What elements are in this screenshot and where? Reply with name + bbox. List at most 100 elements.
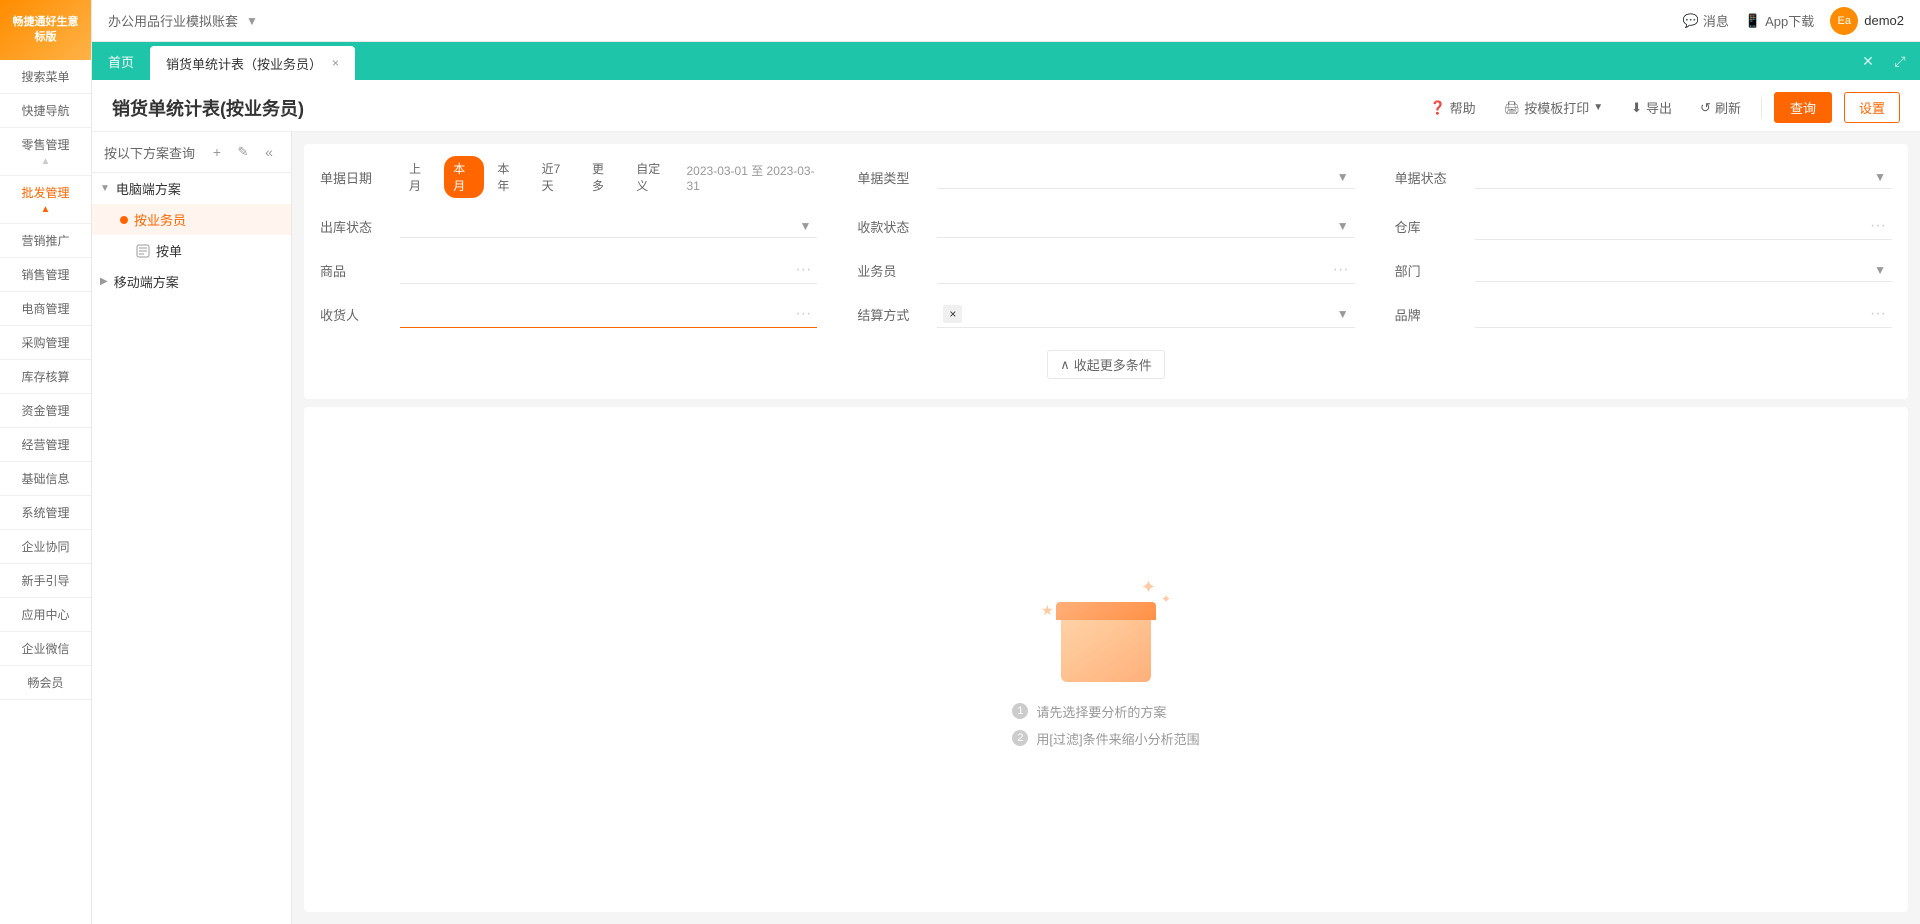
page-actions: ❓ 帮助 🖨 按模板打印 ▼ ⬇ 导出 ↺ 刷新 查询 设置	[1421, 92, 1900, 123]
doctype-dropdown-icon: ▼	[1337, 170, 1349, 184]
tree-group-pc: ▼ 电脑端方案	[92, 173, 291, 204]
empty-tip-2: 2 用[过滤]条件来缩小分析范围	[1012, 729, 1199, 748]
filter-warehouse-input[interactable]: ···	[1475, 213, 1892, 240]
avatar-initials: Ea	[1838, 15, 1851, 27]
ecommerce-label: 电商管理	[4, 300, 87, 317]
add-scheme-btn[interactable]: +	[207, 142, 227, 162]
tabs-bar: 首页 销货单统计表（按业务员） × ✕ ⤢	[92, 42, 1920, 80]
tree-expand-icon: ▼	[100, 183, 110, 194]
help-btn[interactable]: ❓ 帮助	[1421, 94, 1483, 121]
topbar-app-btn[interactable]: 📱 App下载	[1745, 11, 1814, 30]
filter-receiver-input[interactable]: ···	[400, 301, 817, 328]
edit-scheme-btn[interactable]: ✎	[233, 142, 253, 162]
sidebar-logo[interactable]: 畅捷通好生意 标版	[0, 0, 91, 60]
salesperson-dots-icon[interactable]: ···	[1333, 261, 1349, 279]
sidebar-item-search[interactable]: 搜索菜单	[0, 60, 91, 94]
date-7days-btn[interactable]: 近7天	[533, 156, 579, 198]
sidebar-item-basic[interactable]: 基础信息	[0, 462, 91, 496]
filter-payment-input[interactable]: × ▼	[937, 301, 1354, 328]
warehouse-dots-icon[interactable]: ···	[1870, 217, 1886, 235]
box-body	[1061, 612, 1151, 682]
topbar-dropdown-icon[interactable]: ▼	[246, 14, 258, 28]
brand-dots-icon[interactable]: ···	[1870, 305, 1886, 323]
empty-illustration: ✦ ✦ ★	[1036, 572, 1176, 682]
filter-doctype-label: 单据类型	[857, 168, 937, 187]
filter-delivery-input[interactable]: ▼	[400, 215, 817, 238]
page-title: 销货单统计表(按业务员)	[112, 95, 304, 121]
collapse-panel-btn[interactable]: «	[259, 142, 279, 162]
filter-salesperson-input[interactable]: ···	[937, 257, 1354, 284]
sidebar-item-inventory[interactable]: 库存核算	[0, 360, 91, 394]
tree-item-by-salesperson[interactable]: 按业务员	[92, 204, 291, 235]
refresh-btn[interactable]: ↺ 刷新	[1692, 94, 1749, 121]
sparkle-icon: ✦	[1141, 577, 1156, 598]
collapse-label: 收起更多条件	[1074, 355, 1152, 374]
search-label: 搜索菜单	[4, 68, 87, 85]
filter-dept-input[interactable]: ▼	[1475, 259, 1892, 282]
tip-text-2: 用[过滤]条件来缩小分析范围	[1036, 729, 1199, 748]
filter-date-label: 单据日期	[320, 168, 400, 187]
filter-docstatus-label: 单据状态	[1395, 168, 1475, 187]
sidebar-item-newbie[interactable]: 新手引导	[0, 564, 91, 598]
date-prev-month-btn[interactable]: 上月	[400, 156, 440, 198]
export-btn[interactable]: ⬇ 导出	[1623, 94, 1680, 121]
print-icon: 🖨	[1504, 100, 1521, 116]
avatar: Ea	[1830, 7, 1858, 35]
tab-maximize-btn[interactable]: ⤢	[1888, 49, 1912, 73]
sidebar-item-appcenter[interactable]: 应用中心	[0, 598, 91, 632]
sidebar-item-wholesale[interactable]: 批发管理 ▲	[0, 176, 91, 224]
filter-goods-input[interactable]: ···	[400, 257, 817, 284]
refresh-label: 刷新	[1715, 98, 1741, 117]
logo-subtext: 标版	[35, 30, 57, 45]
print-btn[interactable]: 🖨 按模板打印 ▼	[1496, 94, 1611, 121]
tab-home[interactable]: 首页	[92, 42, 150, 80]
filter-doctype-input[interactable]: ▼	[937, 166, 1354, 189]
sidebar-item-system[interactable]: 系统管理	[0, 496, 91, 530]
delivery-dropdown-icon: ▼	[799, 219, 811, 233]
topbar-message-btn[interactable]: 💬 消息	[1683, 11, 1729, 30]
goods-dots-icon[interactable]: ···	[795, 261, 811, 279]
filter-delivery-label: 出库状态	[320, 217, 400, 236]
filter-brand-input[interactable]: ···	[1475, 301, 1892, 328]
sidebar-item-purchase[interactable]: 采购管理	[0, 326, 91, 360]
sidebar-item-operations[interactable]: 经营管理	[0, 428, 91, 462]
member-label: 畅会员	[4, 674, 87, 691]
sidebar-item-wechat[interactable]: 企业微信	[0, 632, 91, 666]
filter-collection-input[interactable]: ▼	[937, 215, 1354, 238]
sidebar-item-finance[interactable]: 资金管理	[0, 394, 91, 428]
topbar-user[interactable]: Ea demo2	[1830, 7, 1904, 35]
filter-collection-item: 收款状态 ▼	[857, 210, 1354, 242]
left-panel-title: 按以下方案查询	[104, 143, 195, 162]
export-label: 导出	[1646, 98, 1672, 117]
receiver-dots-icon[interactable]: ···	[795, 305, 811, 323]
marketing-label: 营销推广	[4, 232, 87, 249]
date-custom-btn[interactable]: 自定义	[627, 156, 678, 198]
message-label: 消息	[1703, 11, 1729, 30]
filter-section: 单据日期 上月 本月 本年 近7天 更多 自定义 2023-03-01 至 20…	[304, 144, 1908, 399]
sidebar-item-ecommerce[interactable]: 电商管理	[0, 292, 91, 326]
date-cur-month-btn[interactable]: 本月	[444, 156, 484, 198]
sidebar-item-cooperation[interactable]: 企业协同	[0, 530, 91, 564]
payment-tag-close[interactable]: ×	[949, 307, 956, 321]
sidebar-item-retail[interactable]: 零售管理 ▲	[0, 128, 91, 176]
collapse-conditions-btn[interactable]: ∧ 收起更多条件	[1047, 350, 1165, 379]
filter-docstatus-input[interactable]: ▼	[1475, 166, 1892, 189]
right-panel: 单据日期 上月 本月 本年 近7天 更多 自定义 2023-03-01 至 20…	[292, 132, 1920, 924]
sidebar-item-marketing[interactable]: 营销推广	[0, 224, 91, 258]
sidebar-item-sales[interactable]: 销售管理	[0, 258, 91, 292]
print-label: 按模板打印	[1524, 98, 1589, 117]
tab-active[interactable]: 销货单统计表（按业务员） ×	[150, 46, 355, 80]
date-more-btn[interactable]: 更多	[583, 156, 623, 198]
filter-receiver-item: 收货人 ···	[320, 298, 817, 330]
query-btn[interactable]: 查询	[1774, 92, 1832, 123]
order-scheme-icon	[136, 244, 150, 258]
sidebar-item-quicknav[interactable]: 快捷导航	[0, 94, 91, 128]
settings-btn[interactable]: 设置	[1844, 92, 1900, 123]
tab-close-btn[interactable]: ✕	[1856, 49, 1880, 73]
main-wrap: 办公用品行业模拟账套 ▼ 💬 消息 📱 App下载 Ea demo2 首页	[92, 0, 1920, 924]
sidebar-item-member[interactable]: 畅会员	[0, 666, 91, 700]
tree-item-by-order[interactable]: 按单	[92, 235, 291, 266]
tab-close-icon[interactable]: ×	[332, 56, 339, 70]
date-cur-year-btn[interactable]: 本年	[488, 156, 528, 198]
tip-num-1: 1	[1012, 703, 1028, 719]
